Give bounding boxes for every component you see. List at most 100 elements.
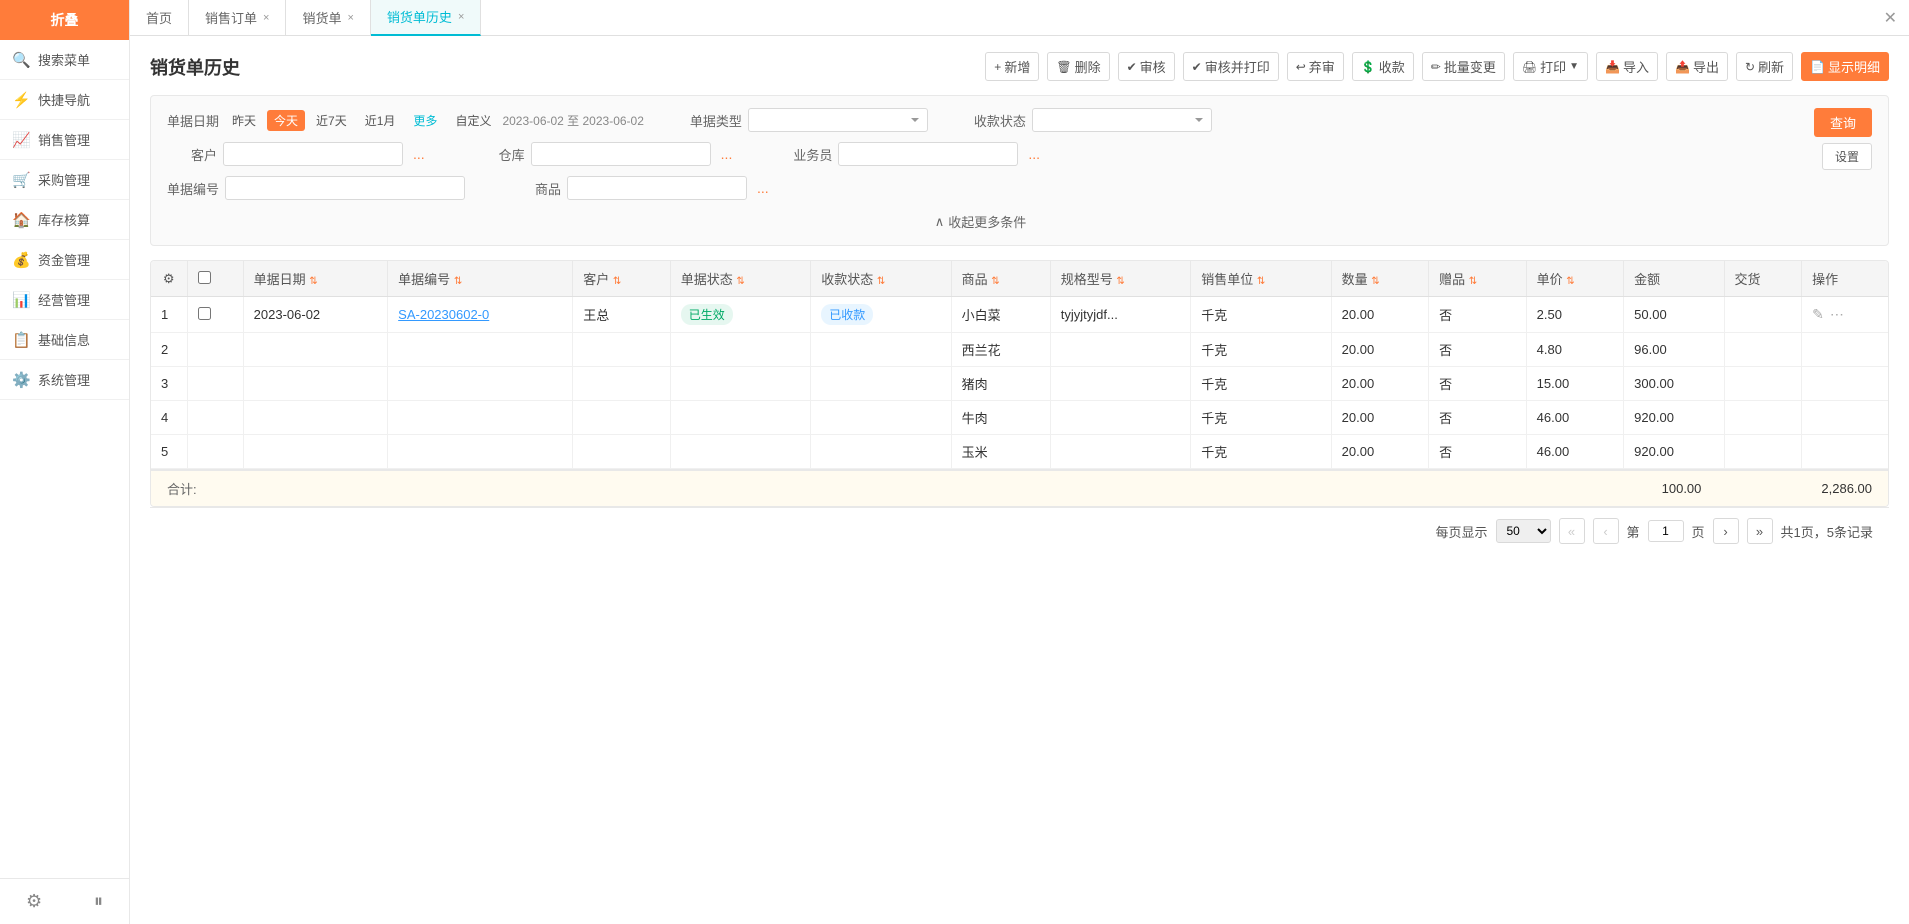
export-button[interactable]: 📤 导出 <box>1666 52 1728 81</box>
quick-nav-icon: ⚡ <box>12 91 30 109</box>
delete-button[interactable]: 🗑 删除 <box>1047 52 1109 81</box>
cell-checkbox-2[interactable] <box>187 367 243 401</box>
import-button[interactable]: 📥 导入 <box>1596 52 1658 81</box>
first-page-btn[interactable]: « <box>1559 518 1585 544</box>
table-settings-icon[interactable]: ⚙ <box>163 271 175 286</box>
doc-no-input[interactable] <box>225 176 465 200</box>
date-tag-yesterday[interactable]: 昨天 <box>225 110 263 131</box>
sidebar-item-ops-label: 经营管理 <box>38 290 90 309</box>
sidebar-settings-btn[interactable]: ⚙ <box>22 887 46 916</box>
next-page-btn[interactable]: › <box>1713 518 1739 544</box>
th-doc-status[interactable]: 单据状态 ⇅ <box>670 261 810 297</box>
tab-sales-goods-close[interactable]: × <box>347 12 353 24</box>
doc-type-select[interactable] <box>748 108 928 132</box>
staff-dots-btn[interactable]: ... <box>1024 144 1044 164</box>
th-doc-date[interactable]: 单据日期 ⇅ <box>243 261 388 297</box>
cell-checkbox-4[interactable] <box>187 435 243 469</box>
cell-docstatus-4 <box>670 435 810 469</box>
filter-area: 单据日期 昨天 今天 近7天 近1月 更多 自定义 2023-06-02 至 2… <box>150 95 1889 246</box>
tab-sales-order[interactable]: 销售订单 × <box>189 0 286 36</box>
sidebar-item-ops[interactable]: 📊 经营管理 <box>0 280 129 320</box>
batch-change-button[interactable]: ✏ 批量变更 <box>1422 52 1505 81</box>
collapse-up-icon: ∧ <box>935 214 945 230</box>
th-doc-no[interactable]: 单据编号 ⇅ <box>388 261 573 297</box>
tab-history[interactable]: 销货单历史 × <box>371 0 481 36</box>
cell-checkbox-3[interactable] <box>187 401 243 435</box>
sidebar-collapse-btn[interactable]: ⏸ <box>90 887 107 916</box>
date-tag-today[interactable]: 今天 <box>267 110 305 131</box>
export-label: 导出 <box>1693 57 1719 76</box>
cell-checkbox-0[interactable] <box>187 297 243 333</box>
audit-print-button[interactable]: ✔ 审核并打印 <box>1183 52 1279 81</box>
collect-status-select[interactable] <box>1032 108 1212 132</box>
goods-input[interactable] <box>567 176 747 200</box>
customer-input[interactable] <box>223 142 403 166</box>
search-icon: 🔍 <box>12 51 30 69</box>
cell-date-0: 2023-06-02 <box>243 297 388 333</box>
date-tag-custom[interactable]: 自定义 <box>448 110 498 131</box>
goods-dots-btn[interactable]: ... <box>753 178 773 198</box>
page-input[interactable] <box>1648 520 1684 542</box>
sidebar-item-sales[interactable]: 📈 销售管理 <box>0 120 129 160</box>
date-tag-7days[interactable]: 近7天 <box>309 110 354 131</box>
more-action-icon[interactable]: ⋯ <box>1830 306 1844 323</box>
sidebar-bottom: ⚙ ⏸ <box>0 878 129 924</box>
audit-button[interactable]: ✔ 审核 <box>1118 52 1175 81</box>
sidebar-item-capital[interactable]: 💰 资金管理 <box>0 240 129 280</box>
tab-bar-close-all[interactable]: ✕ <box>1872 8 1909 28</box>
row-checkbox[interactable] <box>198 307 211 320</box>
th-qty[interactable]: 数量 ⇅ <box>1331 261 1429 297</box>
warehouse-dots-btn[interactable]: ... <box>717 144 737 164</box>
sidebar-item-quick-nav[interactable]: ⚡ 快捷导航 <box>0 80 129 120</box>
print-button[interactable]: 🖨 打印 ▼ <box>1513 52 1588 81</box>
last-page-btn[interactable]: » <box>1747 518 1773 544</box>
date-tag-1month[interactable]: 近1月 <box>358 110 403 131</box>
table-row: 5 玉米 千克 20.00 否 46.00 920.00 <box>151 435 1888 469</box>
th-qty-label: 数量 <box>1342 272 1368 287</box>
th-customer[interactable]: 客户 ⇅ <box>573 261 671 297</box>
th-goods[interactable]: 商品 ⇅ <box>951 261 1050 297</box>
summary-label: 合计: <box>167 479 197 498</box>
tab-history-close[interactable]: × <box>458 11 464 23</box>
select-all-checkbox[interactable] <box>198 271 211 284</box>
tab-home[interactable]: 首页 <box>130 0 189 36</box>
cell-gift-3: 否 <box>1429 401 1527 435</box>
refresh-button[interactable]: ↻ 刷新 <box>1736 52 1793 81</box>
abandon-button[interactable]: ↩ 弃审 <box>1287 52 1344 81</box>
sidebar-item-system[interactable]: ⚙️ 系统管理 <box>0 360 129 400</box>
new-button[interactable]: + 新增 <box>985 52 1039 81</box>
th-spec[interactable]: 规格型号 ⇅ <box>1050 261 1190 297</box>
th-price[interactable]: 单价 ⇅ <box>1526 261 1624 297</box>
th-checkbox[interactable] <box>187 261 243 297</box>
th-unit[interactable]: 销售单位 ⇅ <box>1191 261 1331 297</box>
th-gift-label: 赠品 <box>1439 272 1465 287</box>
warehouse-input[interactable] <box>531 142 711 166</box>
tab-sales-goods[interactable]: 销货单 × <box>286 0 370 36</box>
sidebar-item-purchase[interactable]: 🛒 采购管理 <box>0 160 129 200</box>
sales-icon: 📈 <box>12 131 30 149</box>
status-active-badge: 已生效 <box>681 304 733 325</box>
collect-button[interactable]: 💲 收款 <box>1352 52 1414 81</box>
cell-gift-2: 否 <box>1429 367 1527 401</box>
page-size-select[interactable]: 50 20 100 <box>1496 519 1551 543</box>
th-collect-status[interactable]: 收款状态 ⇅ <box>811 261 951 297</box>
tab-sales-order-close[interactable]: × <box>263 12 269 24</box>
sidebar-item-basic[interactable]: 📋 基础信息 <box>0 320 129 360</box>
edit-icon[interactable]: ✎ <box>1812 306 1824 323</box>
customer-dots-btn[interactable]: ... <box>409 144 429 164</box>
show-detail-button[interactable]: 📄 显示明细 <box>1801 52 1889 81</box>
cell-checkbox-1[interactable] <box>187 333 243 367</box>
th-settings[interactable]: ⚙ <box>151 261 187 297</box>
sidebar-item-search[interactable]: 🔍 搜索菜单 <box>0 40 129 80</box>
cell-docno-0[interactable]: SA-20230602-0 <box>388 297 573 333</box>
prev-page-btn[interactable]: ‹ <box>1593 518 1619 544</box>
staff-input[interactable] <box>838 142 1018 166</box>
collapse-btn[interactable]: ∧ 收起更多条件 <box>935 210 1027 233</box>
set-button[interactable]: 设置 <box>1822 143 1872 170</box>
doc-no-link[interactable]: SA-20230602-0 <box>398 307 489 322</box>
query-button[interactable]: 查询 <box>1814 108 1872 137</box>
sort-price-icon: ⇅ <box>1566 276 1574 287</box>
th-gift[interactable]: 赠品 ⇅ <box>1429 261 1527 297</box>
date-tag-more[interactable]: 更多 <box>406 110 444 131</box>
sidebar-item-inventory[interactable]: 🏠 库存核算 <box>0 200 129 240</box>
